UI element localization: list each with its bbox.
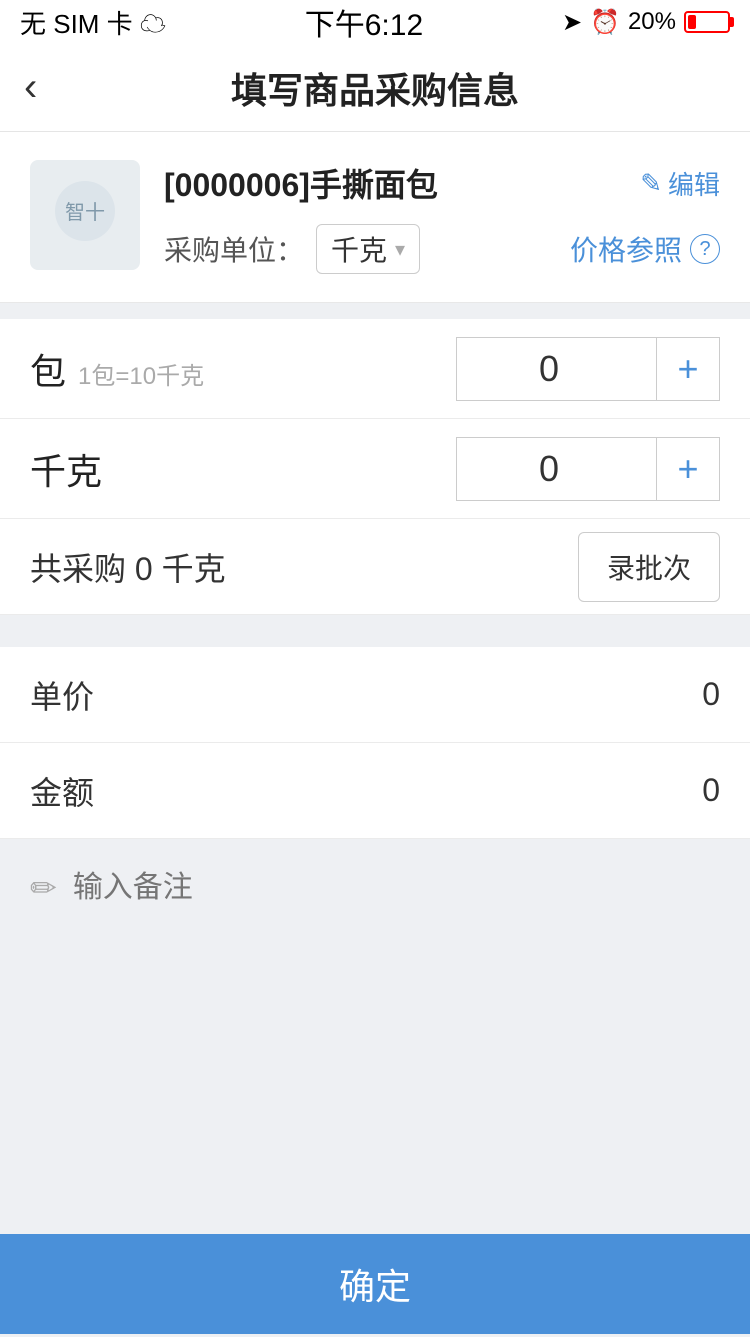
section-divider-2 xyxy=(0,615,750,631)
quantity-input-kg[interactable] xyxy=(456,437,656,501)
svg-text:智十: 智十 xyxy=(65,201,105,224)
price-ref-button[interactable]: 价格参照 ? xyxy=(570,229,720,269)
product-image: 智十 xyxy=(30,160,140,270)
quantity-plus-bao[interactable]: + xyxy=(656,337,720,401)
status-bar-time: 下午6:12 xyxy=(305,0,423,44)
quantity-plus-kg[interactable]: + xyxy=(656,437,720,501)
quantity-input-group-kg: + xyxy=(456,437,720,501)
remark-section: ✏ xyxy=(0,839,750,937)
location-icon: ➤ xyxy=(562,8,582,37)
battery-percent: 20% xyxy=(628,8,676,36)
record-batch-button[interactable]: 录批次 xyxy=(578,532,720,602)
unit-value: 千克 xyxy=(331,229,387,269)
back-button[interactable]: ‹ xyxy=(24,65,37,110)
quantity-row-bao: 包 1包=10千克 + xyxy=(0,319,750,419)
chevron-down-icon: ▾ xyxy=(395,237,405,262)
amount-value: 0 xyxy=(702,772,720,809)
unit-selector[interactable]: 千克 ▾ xyxy=(316,224,420,274)
quantity-label-kg: 千克 xyxy=(30,443,102,495)
quantity-sublabel-bao: 1包=10千克 xyxy=(78,356,204,391)
pencil-icon: ✏ xyxy=(30,869,57,907)
total-row: 共采购 0 千克 录批次 xyxy=(0,519,750,615)
status-bar: 无 SIM 卡 ☁ 下午6:12 ➤ ⏰ 20% xyxy=(0,0,750,44)
alarm-icon: ⏰ xyxy=(590,8,620,37)
quantity-input-bao[interactable] xyxy=(456,337,656,401)
nav-bar: ‹ 填写商品采购信息 xyxy=(0,44,750,132)
quantity-label-bao: 包 1包=10千克 xyxy=(30,343,204,395)
empty-area xyxy=(0,937,750,1237)
quantity-input-group-bao: + xyxy=(456,337,720,401)
product-info: [0000006]手撕面包 ✎ 编辑 采购单位： 千克 ▾ 价格参照 ? xyxy=(164,160,720,274)
quantity-row-kg: 千克 + xyxy=(0,419,750,519)
amount-label: 金额 xyxy=(30,768,94,814)
remark-input[interactable] xyxy=(73,871,720,905)
confirm-button[interactable]: 确定 xyxy=(0,1234,750,1334)
price-section: 单价 0 金额 0 xyxy=(0,647,750,839)
sim-label: 无 SIM 卡 ☁ xyxy=(20,4,166,41)
amount-row: 金额 0 xyxy=(0,743,750,839)
page-title: 填写商品采购信息 xyxy=(231,62,519,114)
product-card: 智十 [0000006]手撕面包 ✎ 编辑 采购单位： 千克 ▾ xyxy=(0,132,750,303)
product-name: [0000006]手撕面包 xyxy=(164,160,438,206)
section-divider-1 xyxy=(0,303,750,319)
battery-icon xyxy=(684,11,730,33)
status-bar-right: ➤ ⏰ 20% xyxy=(562,8,730,37)
edit-button[interactable]: ✎ 编辑 xyxy=(640,165,720,202)
edit-icon: ✎ xyxy=(640,168,662,199)
unit-price-label: 单价 xyxy=(30,672,94,718)
help-icon: ? xyxy=(690,234,720,264)
unit-price-row: 单价 0 xyxy=(0,647,750,743)
unit-price-value: 0 xyxy=(702,676,720,713)
quantity-section: 包 1包=10千克 + 千克 + xyxy=(0,319,750,519)
purchase-unit-label: 采购单位： xyxy=(164,229,304,269)
product-logo: 智十 xyxy=(50,176,120,255)
status-bar-left: 无 SIM 卡 ☁ xyxy=(20,4,166,41)
total-text: 共采购 0 千克 xyxy=(30,544,226,590)
